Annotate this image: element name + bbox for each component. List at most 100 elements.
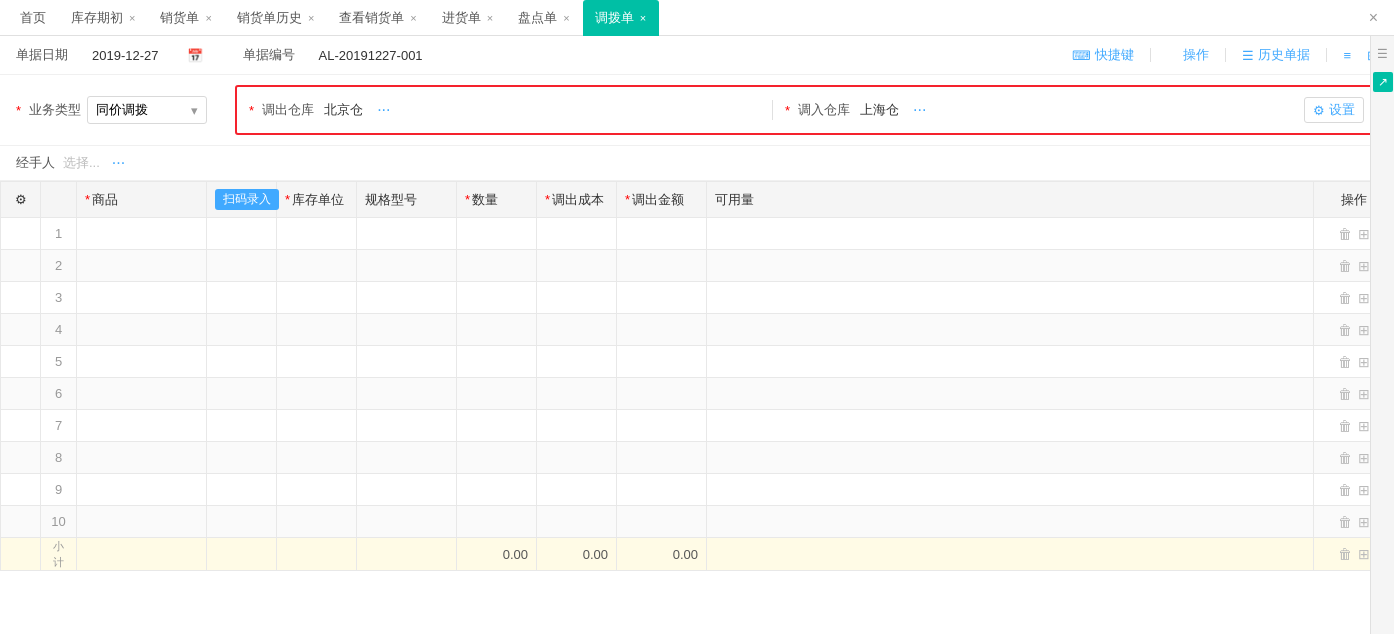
copy-row-11-icon[interactable]: ⊞ — [1358, 546, 1370, 562]
delete-row-10-icon[interactable]: 🗑 — [1338, 514, 1352, 530]
history-button[interactable]: ☰ 历史单据 — [1242, 46, 1310, 64]
table-row: 3 🗑 ⊞ — [1, 282, 1394, 314]
copy-row-1-icon[interactable]: ⊞ — [1358, 226, 1370, 242]
cell-avail-5 — [707, 346, 1314, 378]
cell-qty-7[interactable] — [457, 410, 537, 442]
tab-transfer[interactable]: 调拨单 × — [583, 0, 659, 36]
tab-inventory-check[interactable]: 盘点单 × — [506, 0, 582, 36]
delete-row-3-icon[interactable]: 🗑 — [1338, 290, 1352, 306]
col-header-scan[interactable]: 扫码录入 — [207, 182, 277, 218]
setting-button[interactable]: ⚙ 设置 — [1304, 97, 1364, 123]
copy-row-9-icon[interactable]: ⊞ — [1358, 482, 1370, 498]
tab-close-sales-history[interactable]: × — [308, 12, 314, 24]
delete-row-6-icon[interactable]: 🗑 — [1338, 386, 1352, 402]
cell-product-9[interactable] — [77, 474, 207, 506]
copy-row-10-icon[interactable]: ⊞ — [1358, 514, 1370, 530]
cell-product-6[interactable] — [77, 378, 207, 410]
col-header-unit: *库存单位 — [277, 182, 357, 218]
sidebar-expand-icon[interactable]: ↗ — [1373, 72, 1393, 92]
cell-product-2[interactable] — [77, 250, 207, 282]
tab-sales-order[interactable]: 销货单 × — [148, 0, 224, 36]
cell-product-4[interactable] — [77, 314, 207, 346]
tab-inventory-init[interactable]: 库存期初 × — [59, 0, 148, 36]
col-header-gear[interactable]: ⚙ — [1, 182, 41, 218]
delete-row-2-icon[interactable]: 🗑 — [1338, 258, 1352, 274]
delete-row-9-icon[interactable]: 🗑 — [1338, 482, 1352, 498]
tab-home[interactable]: 首页 — [8, 0, 59, 36]
cell-gear-9 — [1, 474, 41, 506]
copy-row-3-icon[interactable]: ⊞ — [1358, 290, 1370, 306]
table-row: 4 🗑 ⊞ — [1, 314, 1394, 346]
cell-qty-2[interactable] — [457, 250, 537, 282]
copy-row-8-icon[interactable]: ⊞ — [1358, 450, 1370, 466]
layout-button-1[interactable]: ≡ — [1343, 48, 1351, 63]
operations-button[interactable]: 操作 — [1167, 46, 1209, 64]
handler-select[interactable]: 选择... — [63, 154, 100, 172]
in-warehouse-more-button[interactable]: ··· — [913, 101, 926, 119]
cell-qty-9[interactable] — [457, 474, 537, 506]
col-header-spec: 规格型号 — [357, 182, 457, 218]
cell-amount-9 — [617, 474, 707, 506]
tab-purchase[interactable]: 进货单 × — [430, 0, 506, 36]
cell-qty-5[interactable] — [457, 346, 537, 378]
tab-close-inventory-check[interactable]: × — [563, 12, 569, 24]
cell-product-1[interactable] — [77, 218, 207, 250]
tab-close-sales-order[interactable]: × — [205, 12, 211, 24]
copy-row-4-icon[interactable]: ⊞ — [1358, 322, 1370, 338]
tab-close-view-sales[interactable]: × — [410, 12, 416, 24]
cell-qty-1[interactable] — [457, 218, 537, 250]
copy-row-6-icon[interactable]: ⊞ — [1358, 386, 1370, 402]
delete-row-5-icon[interactable]: 🗑 — [1338, 354, 1352, 370]
copy-row-2-icon[interactable]: ⊞ — [1358, 258, 1370, 274]
tab-close-purchase[interactable]: × — [487, 12, 493, 24]
col-header-amount: *调出金额 — [617, 182, 707, 218]
copy-row-7-icon[interactable]: ⊞ — [1358, 418, 1370, 434]
cell-amount-10 — [617, 506, 707, 538]
cell-cost-9 — [537, 474, 617, 506]
cell-qty-4[interactable] — [457, 314, 537, 346]
cell-gear-11 — [1, 538, 41, 571]
tab-view-sales[interactable]: 查看销货单 × — [327, 0, 429, 36]
delete-row-1-icon[interactable]: 🗑 — [1338, 226, 1352, 242]
required-star-business: * — [16, 103, 21, 118]
date-picker-icon[interactable]: 📅 — [187, 48, 203, 63]
delete-row-11-icon[interactable]: 🗑 — [1338, 546, 1352, 562]
sidebar-list-icon[interactable]: ☰ — [1373, 44, 1393, 64]
copy-row-5-icon[interactable]: ⊞ — [1358, 354, 1370, 370]
warehouse-divider — [772, 100, 773, 120]
row-num-3: 3 — [41, 282, 77, 314]
cell-qty-3[interactable] — [457, 282, 537, 314]
cell-qty-8[interactable] — [457, 442, 537, 474]
cell-product-8[interactable] — [77, 442, 207, 474]
cell-gear-3 — [1, 282, 41, 314]
window-close-button[interactable]: × — [1361, 9, 1386, 27]
delete-row-7-icon[interactable]: 🗑 — [1338, 418, 1352, 434]
cell-product-7[interactable] — [77, 410, 207, 442]
delete-row-4-icon[interactable]: 🗑 — [1338, 322, 1352, 338]
table-gear-icon[interactable]: ⚙ — [15, 192, 27, 207]
cell-qty-10[interactable] — [457, 506, 537, 538]
handler-row: 经手人 选择... ··· — [0, 146, 1394, 181]
table-section: ⚙ *商品 扫码录入 *库存单位 规格型号 *数量 — [0, 181, 1394, 571]
shortcuts-button[interactable]: ⌨ 快捷键 — [1072, 46, 1134, 64]
out-warehouse-more-button[interactable]: ··· — [377, 101, 390, 119]
cell-unit-10 — [277, 506, 357, 538]
cell-scan-5 — [207, 346, 277, 378]
tab-sales-history[interactable]: 销货单历史 × — [225, 0, 327, 36]
cell-spec-5 — [357, 346, 457, 378]
scan-input-button[interactable]: 扫码录入 — [215, 189, 279, 210]
cell-product-10[interactable] — [77, 506, 207, 538]
business-type-select[interactable]: 同价调拨 ▾ — [87, 96, 207, 124]
cell-product-5[interactable] — [77, 346, 207, 378]
handler-more-button[interactable]: ··· — [112, 154, 125, 172]
cell-qty-6[interactable] — [457, 378, 537, 410]
cell-product-11[interactable] — [77, 538, 207, 571]
tab-close-inventory-init[interactable]: × — [129, 12, 135, 24]
subtotal-cost: 0.00 — [583, 547, 608, 562]
table-row: 2 🗑 ⊞ — [1, 250, 1394, 282]
tab-close-transfer[interactable]: × — [640, 12, 646, 24]
table-row: 9 🗑 ⊞ — [1, 474, 1394, 506]
cell-amount-2 — [617, 250, 707, 282]
cell-product-3[interactable] — [77, 282, 207, 314]
delete-row-8-icon[interactable]: 🗑 — [1338, 450, 1352, 466]
